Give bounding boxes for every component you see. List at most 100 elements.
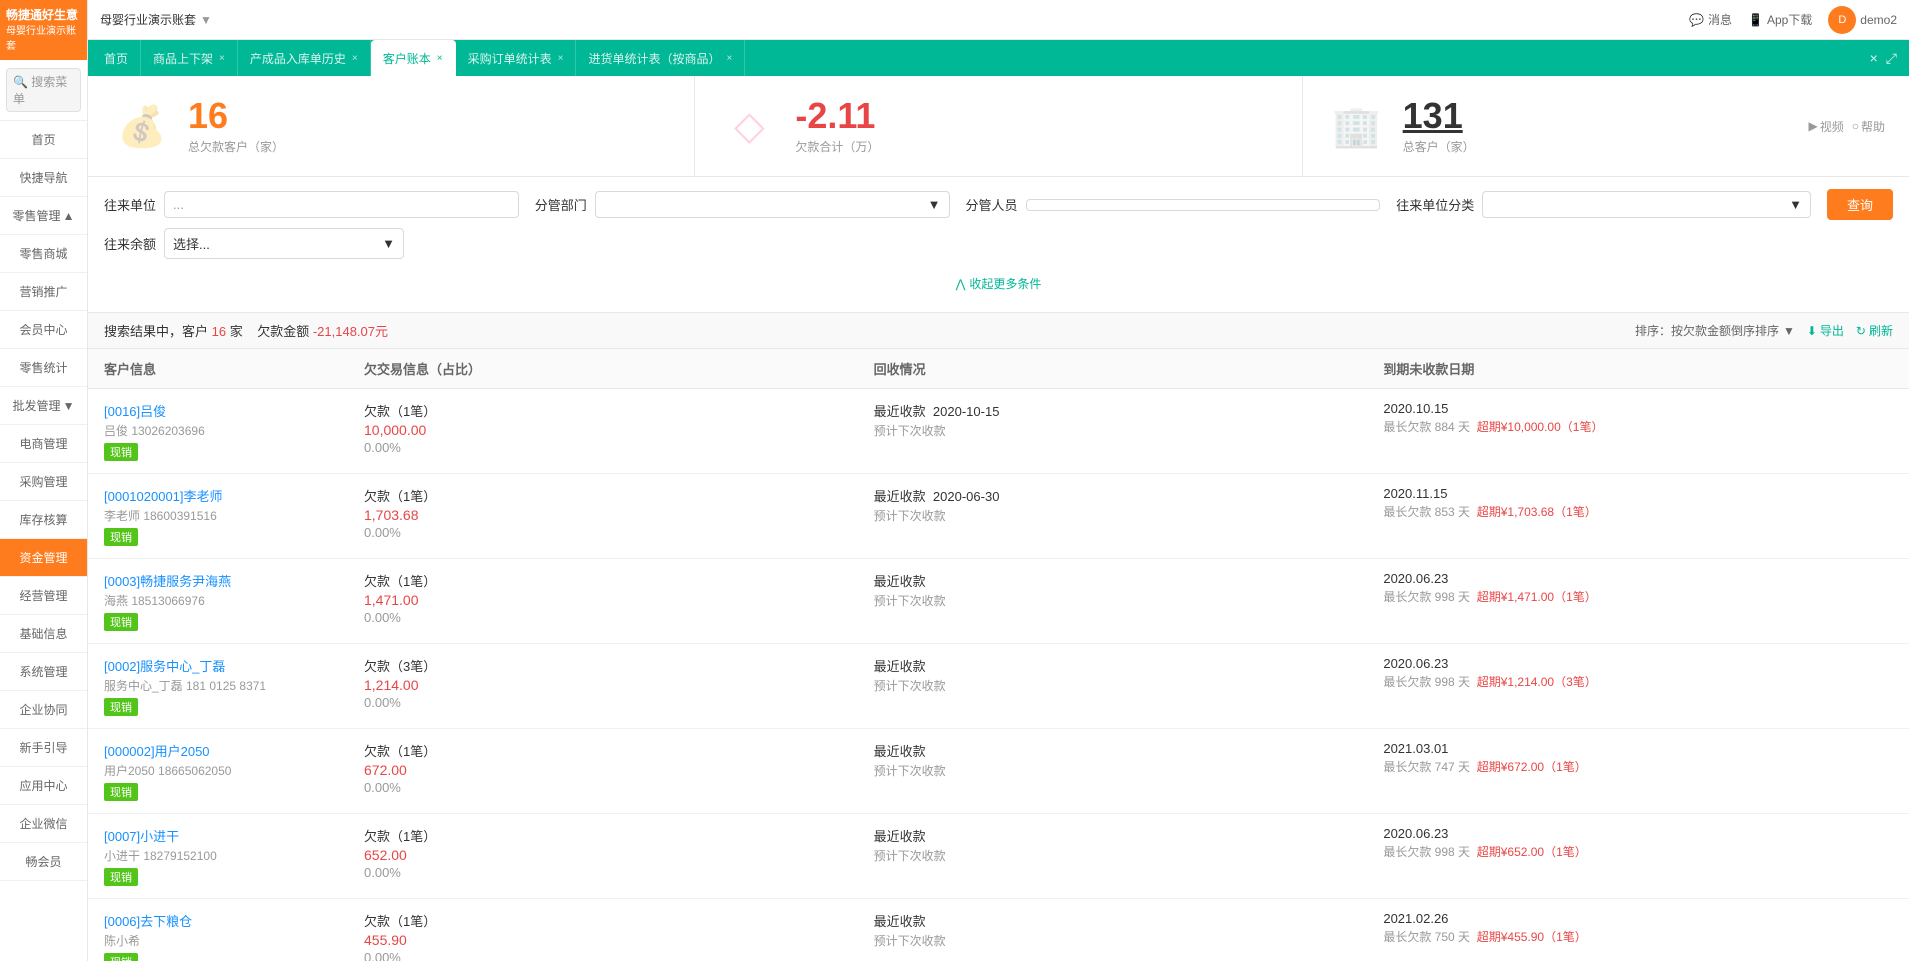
table-row: [000002]用户2050 用户2050 18665062050 现销 欠款（… — [88, 729, 1909, 814]
filter-manager: 分管人员 — [966, 195, 1381, 214]
tab-close-customer-account[interactable]: × — [437, 53, 443, 64]
sidebar-item-ecommerce[interactable]: 电商管理 — [0, 425, 87, 463]
manager-input[interactable] — [1026, 199, 1381, 211]
overdue-link-6[interactable]: 超期¥455.90（1笔） — [1477, 930, 1587, 944]
collapse-filter-btn[interactable]: ⋀ 收起更多条件 — [952, 271, 1046, 296]
header-left: 母婴行业演示账套 ▼ — [100, 11, 212, 28]
overdue-link-3[interactable]: 超期¥1,214.00（3笔） — [1477, 675, 1597, 689]
user-profile-btn[interactable]: D demo2 — [1828, 6, 1897, 34]
message-btn[interactable]: 💬 消息 — [1689, 11, 1732, 28]
debt-customers-number: 16 — [188, 98, 284, 134]
customer-name-2[interactable]: [0003]畅捷服务尹海燕 — [104, 571, 364, 590]
from-unit-input[interactable]: ... — [164, 191, 519, 218]
unit-category-select[interactable]: ▼ — [1482, 191, 1811, 218]
sort-select[interactable]: 排序：按欠款金额倒序排序 ▼ — [1635, 322, 1795, 339]
filter-unit-category: 往来单位分类 ▼ — [1396, 191, 1811, 218]
refresh-btn[interactable]: ↻ 刷新 — [1856, 322, 1893, 339]
sidebar-item-retail-stats[interactable]: 零售统计 — [0, 349, 87, 387]
customer-name-5[interactable]: [0007]小进干 — [104, 826, 364, 845]
customer-name-0[interactable]: [0016]吕俊 — [104, 401, 364, 420]
sidebar-item-purchase[interactable]: 采购管理 — [0, 463, 87, 501]
shortcut-label: 快捷导航 — [19, 171, 67, 185]
tab-purchase-order-stats[interactable]: 采购订单统计表 × — [456, 40, 577, 76]
export-btn[interactable]: ⬇ 导出 — [1807, 322, 1844, 339]
sidebar-item-finance[interactable]: 资金管理 — [0, 539, 87, 577]
customer-name-4[interactable]: [000002]用户2050 — [104, 741, 364, 760]
customer-tag-5: 现销 — [104, 868, 138, 886]
repay-info-0: 最近收款 2020-10-15 预计下次收款 — [874, 401, 1384, 439]
sidebar-item-vip-member[interactable]: 畅会员 — [0, 843, 87, 881]
tab-close-product-in[interactable]: × — [352, 53, 358, 64]
overdue-link-1[interactable]: 超期¥1,703.68（1笔） — [1477, 505, 1597, 519]
sidebar-item-inventory[interactable]: 库存核算 — [0, 501, 87, 539]
overdue-link-0[interactable]: 超期¥10,000.00（1笔） — [1477, 420, 1604, 434]
sidebar-item-retail-mgmt[interactable]: 零售管理 ▲ — [0, 197, 87, 235]
sidebar-item-batch-mgmt[interactable]: 批发管理 ▼ — [0, 387, 87, 425]
tab-product-in-history[interactable]: 产成品入库单历史 × — [238, 40, 371, 76]
app-download-btn[interactable]: 📱 App下载 — [1748, 11, 1812, 28]
sidebar-item-retail-mall[interactable]: 零售商城 — [0, 235, 87, 273]
video-link[interactable]: ▶ 视频 — [1808, 118, 1843, 135]
customer-info-5: [0007]小进干 小进干 18279152100 现销 — [104, 826, 364, 886]
debt-amount-2[interactable]: 1,471.00 — [364, 592, 874, 608]
table-row: [0006]去下粮仓 陈小希 现销 欠款（1笔） 455.90 0.00% 最近… — [88, 899, 1909, 961]
customer-name-6[interactable]: [0006]去下粮仓 — [104, 911, 364, 930]
debt-amount-label: 欠款合计（万） — [795, 138, 879, 155]
close-all-tabs-btn[interactable]: × — [1870, 50, 1878, 66]
debt-amount-4[interactable]: 672.00 — [364, 762, 874, 778]
help-link[interactable]: ○ 帮助 — [1852, 118, 1885, 135]
sidebar-item-operations[interactable]: 经营管理 — [0, 577, 87, 615]
results-debt-prefix: 欠款金额 — [257, 324, 309, 339]
customer-tag-0: 现销 — [104, 443, 138, 461]
col-header-debt: 欠交易信息（占比） — [364, 359, 874, 378]
customer-sub-4: 用户2050 18665062050 — [104, 762, 364, 779]
tab-customer-account[interactable]: 客户账本 × — [371, 40, 456, 76]
search-button[interactable]: 查询 — [1827, 189, 1893, 220]
stat-info-total-customers: 131 总客户（家） — [1403, 98, 1475, 155]
sidebar-item-marketing[interactable]: 营销推广 — [0, 273, 87, 311]
sidebar-item-enterprise-wx[interactable]: 企业微信 — [0, 805, 87, 843]
debt-amount-1[interactable]: 1,703.68 — [364, 507, 874, 523]
repay-next-4: 预计下次收款 — [874, 762, 1384, 779]
total-customers-label: 总客户（家） — [1403, 138, 1475, 155]
repay-date-val-0: 2020-10-15 — [933, 404, 1000, 419]
overdue-link-5[interactable]: 超期¥652.00（1笔） — [1477, 845, 1587, 859]
debt-count-4: 欠款（1笔） — [364, 741, 874, 760]
tab-home[interactable]: 首页 — [92, 40, 141, 76]
sidebar-search-button[interactable]: 🔍 搜索菜单 — [6, 68, 81, 112]
debt-amount-3[interactable]: 1,214.00 — [364, 677, 874, 693]
table-row: [0003]畅捷服务尹海燕 海燕 18513066976 现销 欠款（1笔） 1… — [88, 559, 1909, 644]
tab-import-stats[interactable]: 进货单统计表（按商品） × — [576, 40, 745, 76]
sidebar-item-enterprise[interactable]: 企业协同 — [0, 691, 87, 729]
sidebar-item-app-center[interactable]: 应用中心 — [0, 767, 87, 805]
overdue-link-2[interactable]: 超期¥1,471.00（1笔） — [1477, 590, 1597, 604]
sidebar-item-new-guide[interactable]: 新手引导 — [0, 729, 87, 767]
tab-close-purchase-order[interactable]: × — [558, 53, 564, 64]
overdue-link-4[interactable]: 超期¥672.00（1笔） — [1477, 760, 1587, 774]
tabs-bar: 首页 商品上下架 × 产成品入库单历史 × 客户账本 × 采购订单统计表 × 进… — [88, 40, 1909, 76]
tab-product-off[interactable]: 商品上下架 × — [141, 40, 238, 76]
customer-info-2: [0003]畅捷服务尹海燕 海燕 18513066976 现销 — [104, 571, 364, 631]
debt-amount-5[interactable]: 652.00 — [364, 847, 874, 863]
tab-close-import-stats[interactable]: × — [726, 53, 732, 64]
fullscreen-btn[interactable]: ⤢ — [1886, 50, 1897, 67]
from-unit-label: 往来单位 — [104, 195, 156, 214]
customer-name-3[interactable]: [0002]服务中心_丁磊 — [104, 656, 364, 675]
customer-name-1[interactable]: [0001020001]李老师 — [104, 486, 364, 505]
debt-amount-0[interactable]: 10,000.00 — [364, 422, 874, 438]
sort-label: 排序：按欠款金额倒序排序 — [1635, 322, 1779, 339]
debt-percent-0: 0.00% — [364, 440, 874, 455]
customer-sub-2: 海燕 18513066976 — [104, 592, 364, 609]
sidebar-item-member[interactable]: 会员中心 — [0, 311, 87, 349]
sidebar-item-home[interactable]: 首页 — [0, 121, 87, 159]
debt-info-2: 欠款（1笔） 1,471.00 0.00% — [364, 571, 874, 625]
sidebar-item-system[interactable]: 系统管理 — [0, 653, 87, 691]
dept-select[interactable]: ▼ — [595, 191, 950, 218]
balance-select[interactable]: 选择... ▼ — [164, 228, 404, 259]
sidebar-item-shortcut[interactable]: 快捷导航 — [0, 159, 87, 197]
tab-close-product-off[interactable]: × — [219, 53, 225, 64]
repay-info-3: 最近收款 预计下次收款 — [874, 656, 1384, 694]
sidebar-item-base-info[interactable]: 基础信息 — [0, 615, 87, 653]
debt-amount-6[interactable]: 455.90 — [364, 932, 874, 948]
debt-customers-icon: 💰 — [112, 96, 172, 156]
